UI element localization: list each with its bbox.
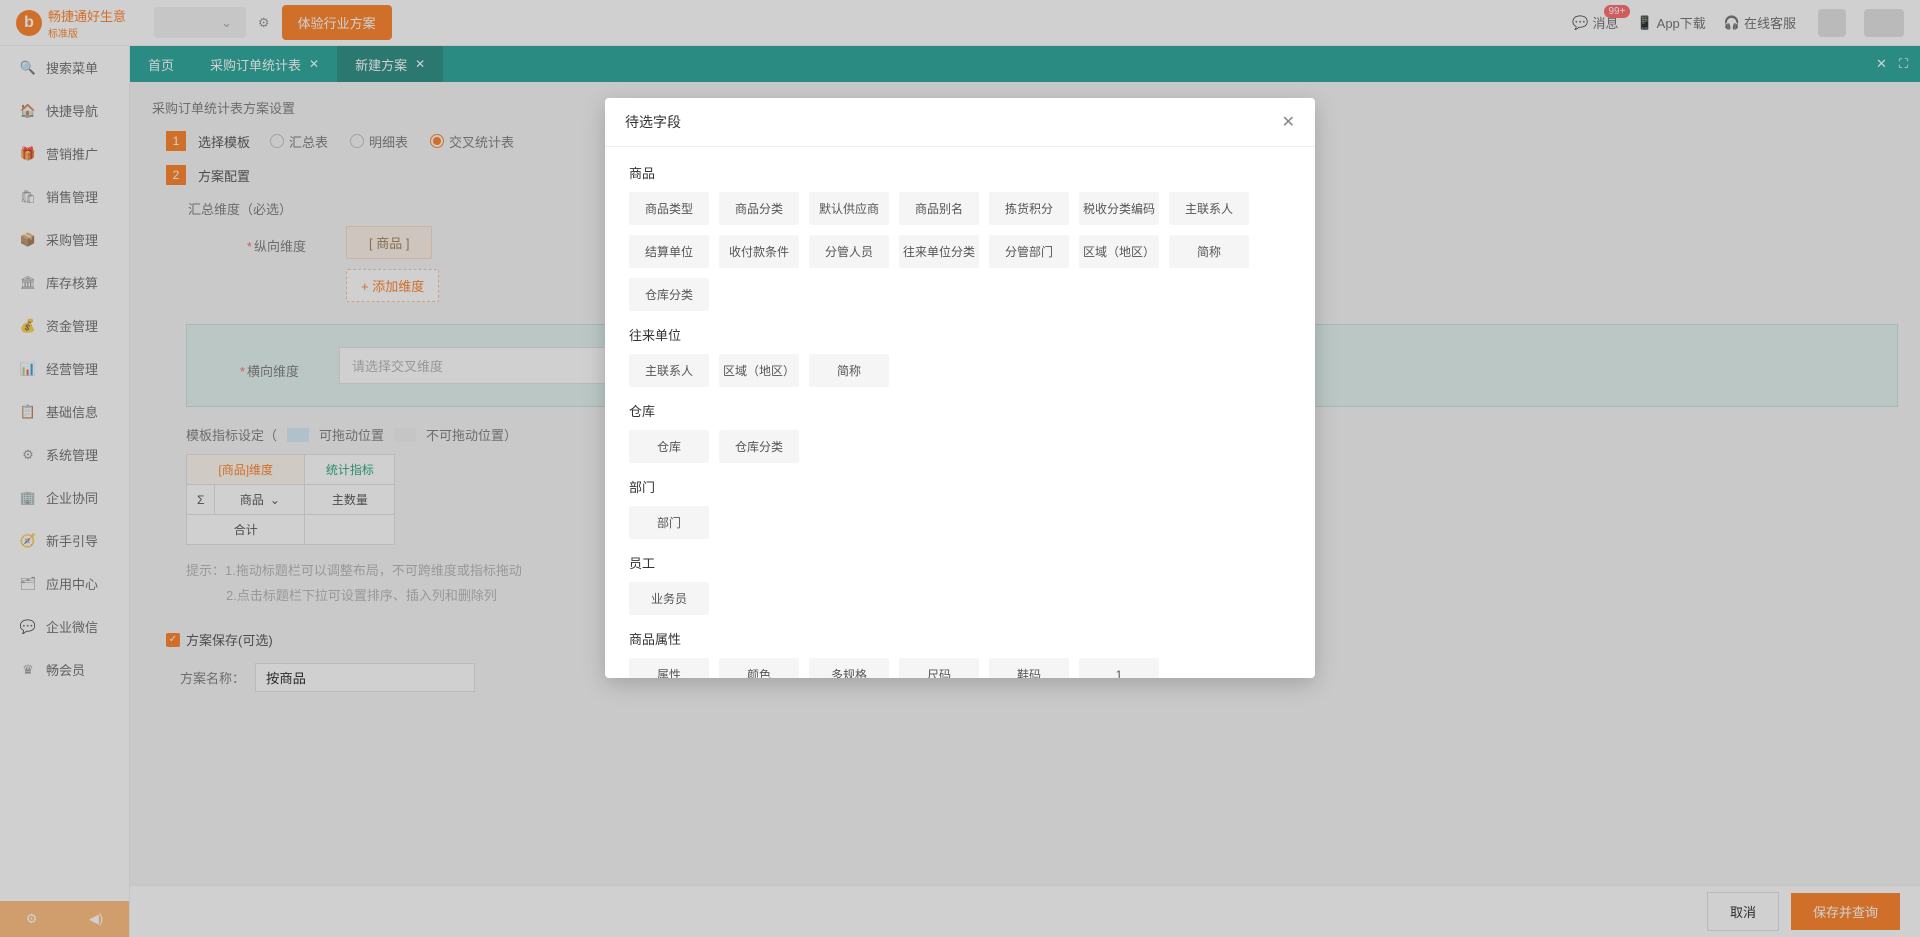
field-chip[interactable]: 业务员	[629, 582, 709, 615]
field-group-title: 员工	[629, 553, 1291, 572]
field-group-往来单位: 往来单位主联系人区域（地区） 简称	[629, 325, 1291, 387]
field-chip[interactable]: 拣货积分	[989, 192, 1069, 225]
field-chip[interactable]: 分管人员	[809, 235, 889, 268]
field-selector-modal: 待选字段 ✕ 商品商品类型商品分类默认供应商商品别名拣货积分税收分类编码主联系人…	[605, 98, 1315, 678]
field-chip[interactable]: 简称	[1169, 235, 1249, 268]
field-group-title: 仓库	[629, 401, 1291, 420]
field-group-title: 商品	[629, 163, 1291, 182]
field-chip[interactable]: 主联系人	[629, 354, 709, 387]
field-chip[interactable]: 商品类型	[629, 192, 709, 225]
field-chip[interactable]: 属性	[629, 658, 709, 678]
field-group-title: 部门	[629, 477, 1291, 496]
field-chip[interactable]: 商品分类	[719, 192, 799, 225]
modal-title: 待选字段	[625, 112, 681, 132]
field-chip[interactable]: 收付款条件	[719, 235, 799, 268]
field-chip[interactable]: 税收分类编码	[1079, 192, 1159, 225]
field-chip[interactable]: 商品别名	[899, 192, 979, 225]
field-group-title: 商品属性	[629, 629, 1291, 648]
field-chip[interactable]: 主联系人	[1169, 192, 1249, 225]
field-chip[interactable]: 区域（地区）	[1079, 235, 1159, 268]
field-chip[interactable]: 颜色	[719, 658, 799, 678]
modal-header: 待选字段 ✕	[605, 98, 1315, 147]
field-group-商品: 商品商品类型商品分类默认供应商商品别名拣货积分税收分类编码主联系人结算单位收付款…	[629, 163, 1291, 311]
field-chip[interactable]: 尺码	[899, 658, 979, 678]
field-group-title: 往来单位	[629, 325, 1291, 344]
close-icon[interactable]: ✕	[1282, 112, 1295, 132]
field-chip[interactable]: 1	[1079, 658, 1159, 678]
field-chip[interactable]: 仓库分类	[629, 278, 709, 311]
modal-body: 商品商品类型商品分类默认供应商商品别名拣货积分税收分类编码主联系人结算单位收付款…	[605, 147, 1315, 678]
field-chip[interactable]: 区域（地区）	[719, 354, 799, 387]
field-chip[interactable]: 往来单位分类	[899, 235, 979, 268]
field-group-仓库: 仓库仓库仓库分类	[629, 401, 1291, 463]
field-chip[interactable]: 多规格	[809, 658, 889, 678]
field-chip[interactable]: 默认供应商	[809, 192, 889, 225]
field-group-商品属性: 商品属性属性颜色多规格尺码鞋码 1	[629, 629, 1291, 678]
field-chip[interactable]: 仓库分类	[719, 430, 799, 463]
field-chip[interactable]: 分管部门	[989, 235, 1069, 268]
field-chip[interactable]: 仓库	[629, 430, 709, 463]
field-chip[interactable]: 结算单位	[629, 235, 709, 268]
field-chip[interactable]: 部门	[629, 506, 709, 539]
field-chip[interactable]: 简称	[809, 354, 889, 387]
field-group-部门: 部门部门	[629, 477, 1291, 539]
field-chip[interactable]: 鞋码	[989, 658, 1069, 678]
field-group-员工: 员工业务员	[629, 553, 1291, 615]
